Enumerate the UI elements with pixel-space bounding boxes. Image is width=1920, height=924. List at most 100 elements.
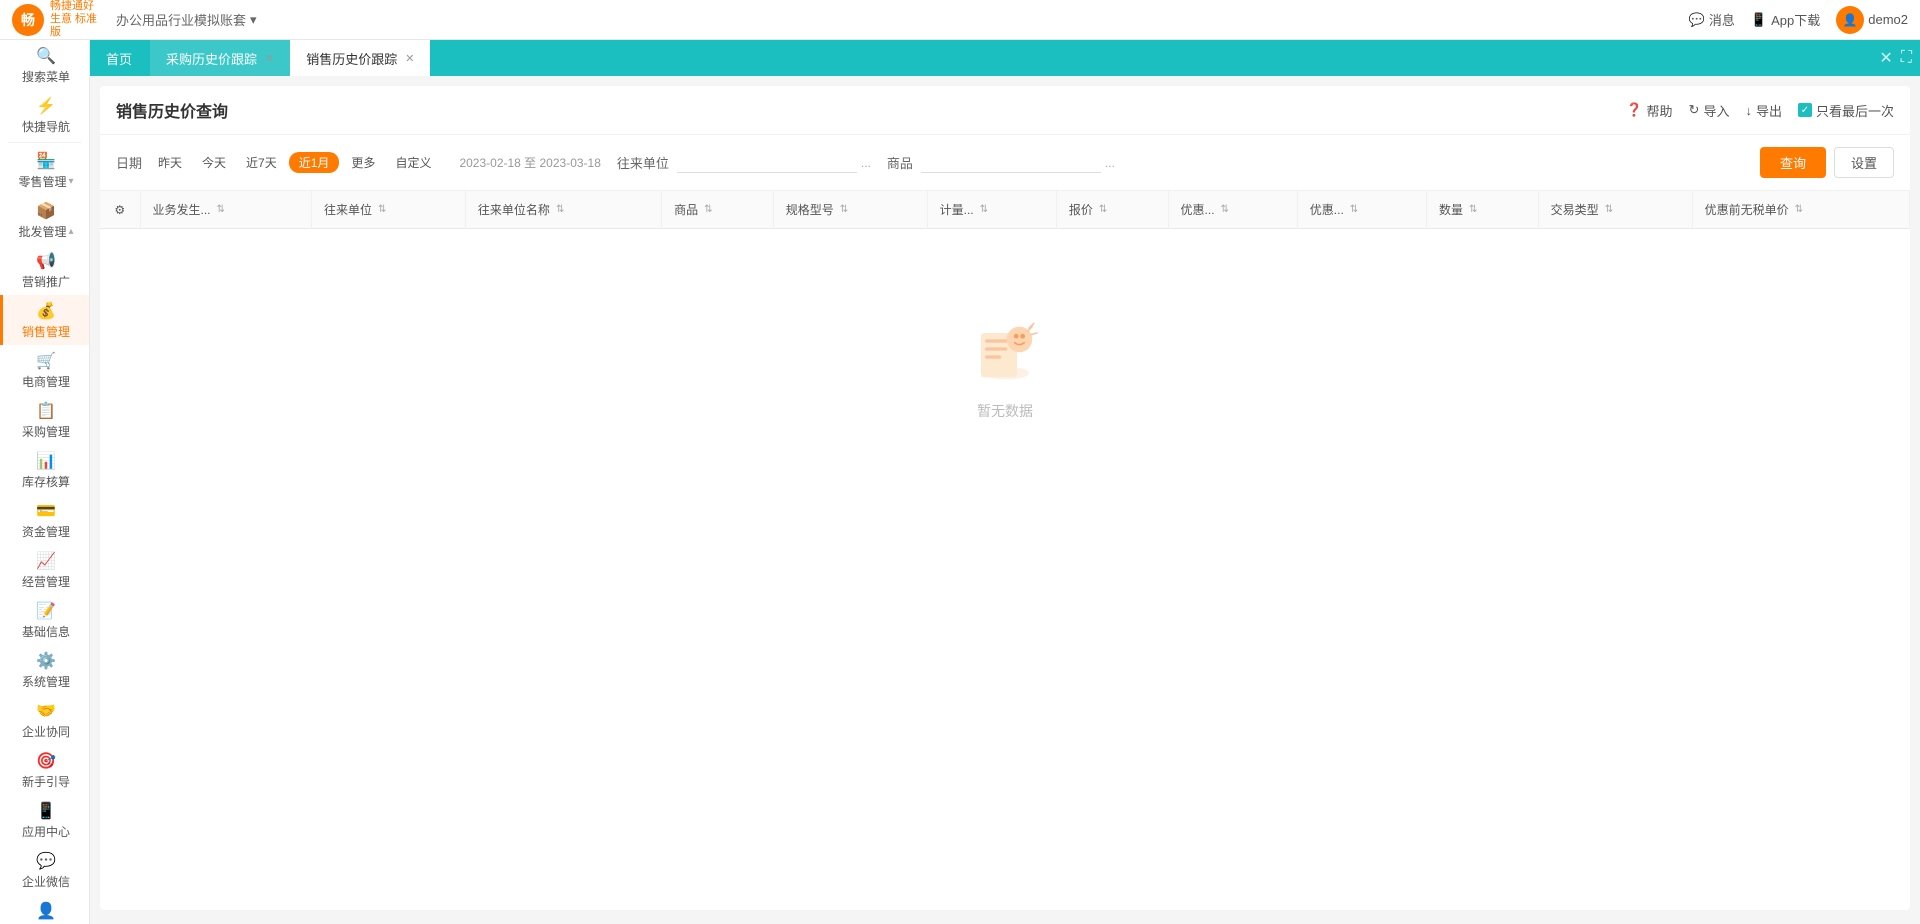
sort-icon-pre-tax-price[interactable]: ⇅	[1795, 204, 1803, 215]
partner-input-dots[interactable]: ...	[861, 156, 871, 170]
sales-mgmt-icon: 💰	[36, 301, 56, 321]
sort-icon-discount2[interactable]: ⇅	[1350, 204, 1358, 215]
member-icon: 👤	[36, 901, 56, 921]
export-icon: ↓	[1745, 103, 1752, 118]
th-partner-code-label: 往来单位	[324, 201, 372, 218]
user-menu[interactable]: 👤 demo2	[1836, 6, 1908, 34]
wholesale-icon: 📦	[36, 201, 56, 221]
sidebar-marketing-label: 营销推广	[22, 273, 70, 290]
top-bar-left: 畅 畅捷通好生意 标准版 办公用品行业模拟账套 ▾	[12, 0, 265, 39]
app-download-button[interactable]: 📱 App下载	[1751, 10, 1820, 29]
top-bar: 畅 畅捷通好生意 标准版 办公用品行业模拟账套 ▾ 💬 消息 📱 App下载 👤…	[0, 0, 1920, 40]
wholesale-arrow-icon: ▴	[68, 226, 73, 237]
date-btn-1month[interactable]: 近1月	[289, 152, 340, 173]
date-btn-yesterday[interactable]: 昨天	[150, 152, 190, 173]
help-button[interactable]: ❓ 帮助	[1626, 101, 1672, 120]
basic-info-icon: 📝	[36, 601, 56, 621]
top-bar-right: 💬 消息 📱 App下载 👤 demo2	[1689, 6, 1908, 34]
close-tab-icon[interactable]: ✕	[1879, 48, 1892, 68]
tab-sales-history[interactable]: 销售历史价跟踪 ✕	[290, 40, 430, 76]
tab-home[interactable]: 首页	[90, 40, 148, 76]
date-btn-7days[interactable]: 近7天	[238, 152, 285, 173]
system-icon: ⚙️	[36, 651, 56, 671]
sidebar-item-quick-nav[interactable]: ⚡ 快捷导航	[0, 90, 89, 140]
sidebar-item-inventory[interactable]: 📊 库存核算	[0, 445, 89, 495]
table-header-row: ⚙ 业务发生... ⇅ 往来单位 ⇅	[100, 191, 1910, 229]
enterprise-wx-icon: 💬	[36, 851, 56, 871]
app-selector[interactable]: 办公用品行业模拟账套 ▾	[108, 6, 265, 33]
filter-actions: 查询 设置	[1760, 147, 1894, 178]
th-price: 报价 ⇅	[1056, 191, 1168, 229]
enterprise-icon: 🤝	[36, 701, 56, 721]
sidebar-item-purchase[interactable]: 📋 采购管理	[0, 395, 89, 445]
tab-purchase-history[interactable]: 采购历史价跟踪 ✕	[150, 40, 290, 76]
sort-icon-trade-type[interactable]: ⇅	[1605, 204, 1613, 215]
sidebar-wholesale-label: 批发管理	[18, 223, 66, 240]
sidebar-item-basic-info[interactable]: 📝 基础信息	[0, 595, 89, 645]
tabs-right-actions: ✕ ⛶	[1879, 48, 1920, 68]
product-filter-group: 商品 ...	[887, 153, 1115, 173]
product-filter-label: 商品	[887, 153, 913, 172]
data-table: ⚙ 业务发生... ⇅ 往来单位 ⇅	[100, 191, 1910, 229]
inventory-icon: 📊	[36, 451, 56, 471]
sidebar-item-retail[interactable]: 🏪 零售管理 ▾	[0, 145, 89, 195]
query-button[interactable]: 查询	[1760, 147, 1826, 178]
export-label: 导出	[1756, 101, 1782, 120]
sidebar-item-wholesale[interactable]: 📦 批发管理 ▴	[0, 195, 89, 245]
product-input-dots[interactable]: ...	[1105, 156, 1115, 170]
retail-icon: 🏪	[36, 151, 56, 171]
message-label: 消息	[1709, 10, 1735, 29]
empty-state: 暂无数据	[100, 229, 1910, 501]
sidebar-retail-label: 零售管理	[18, 173, 66, 190]
sidebar-sales-mgmt-label: 销售管理	[22, 323, 70, 340]
sort-icon-partner-code[interactable]: ⇅	[378, 204, 386, 215]
download-icon: 📱	[1751, 12, 1767, 28]
fullscreen-icon[interactable]: ⛶	[1901, 49, 1912, 67]
date-range-group: 2023-02-18 至 2023-03-18	[455, 154, 600, 171]
tab-purchase-close-icon[interactable]: ✕	[265, 52, 274, 65]
sort-icon-discount1[interactable]: ⇅	[1221, 204, 1229, 215]
date-btn-more[interactable]: 更多	[343, 152, 383, 173]
gear-icon[interactable]: ⚙	[114, 203, 125, 217]
th-unit-label: 计量...	[940, 201, 974, 218]
sort-icon-product[interactable]: ⇅	[704, 204, 712, 215]
settings-button[interactable]: 设置	[1834, 147, 1894, 178]
sort-icon-unit[interactable]: ⇅	[980, 204, 988, 215]
sidebar-divider-1	[8, 142, 81, 143]
tab-purchase-label: 采购历史价跟踪	[166, 49, 257, 68]
only-last-checkbox[interactable]: ✓ 只看最后一次	[1798, 101, 1894, 120]
sidebar-item-operations[interactable]: 📈 经营管理	[0, 545, 89, 595]
message-button[interactable]: 💬 消息	[1689, 10, 1735, 29]
date-btn-custom[interactable]: 自定义	[387, 152, 439, 173]
sidebar-item-enterprise[interactable]: 🤝 企业协同	[0, 695, 89, 745]
sort-icon-quantity[interactable]: ⇅	[1469, 204, 1477, 215]
date-btn-today[interactable]: 今天	[194, 152, 234, 173]
sort-icon-biz-date[interactable]: ⇅	[217, 204, 225, 215]
sort-icon-spec[interactable]: ⇅	[840, 204, 848, 215]
sidebar-item-finance[interactable]: 💳 资金管理	[0, 495, 89, 545]
product-input[interactable]	[921, 153, 1101, 173]
import-button[interactable]: ↻ 导入	[1689, 101, 1730, 120]
sidebar-item-new-guide[interactable]: 🎯 新手引导	[0, 745, 89, 795]
sidebar-item-member[interactable]: 👤 畅会员	[0, 895, 89, 924]
export-button[interactable]: ↓ 导出	[1745, 101, 1782, 120]
sidebar-item-marketing[interactable]: 📢 营销推广	[0, 245, 89, 295]
sort-icon-partner-name[interactable]: ⇅	[556, 204, 564, 215]
app-download-label: App下载	[1771, 10, 1820, 29]
partner-input[interactable]	[677, 153, 857, 173]
ecommerce-icon: 🛒	[36, 351, 56, 371]
message-icon: 💬	[1689, 12, 1705, 28]
th-unit: 计量... ⇅	[927, 191, 1056, 229]
date-options: 昨天 今天 近7天 近1月 更多 自定义	[150, 152, 439, 173]
sidebar-enterprise-label: 企业协同	[22, 723, 70, 740]
th-trade-type-label: 交易类型	[1551, 201, 1599, 218]
sidebar-item-enterprise-wx[interactable]: 💬 企业微信	[0, 845, 89, 895]
sidebar-item-system[interactable]: ⚙️ 系统管理	[0, 645, 89, 695]
sidebar-item-ecommerce[interactable]: 🛒 电商管理	[0, 345, 89, 395]
sort-icon-price[interactable]: ⇅	[1099, 204, 1107, 215]
tab-sales-close-icon[interactable]: ✕	[405, 52, 414, 65]
sidebar-item-sales-mgmt[interactable]: 💰 销售管理	[0, 295, 89, 345]
sidebar-system-label: 系统管理	[22, 673, 70, 690]
sidebar-item-search[interactable]: 🔍 搜索菜单	[0, 40, 89, 90]
sidebar-item-app-center[interactable]: 📱 应用中心	[0, 795, 89, 845]
